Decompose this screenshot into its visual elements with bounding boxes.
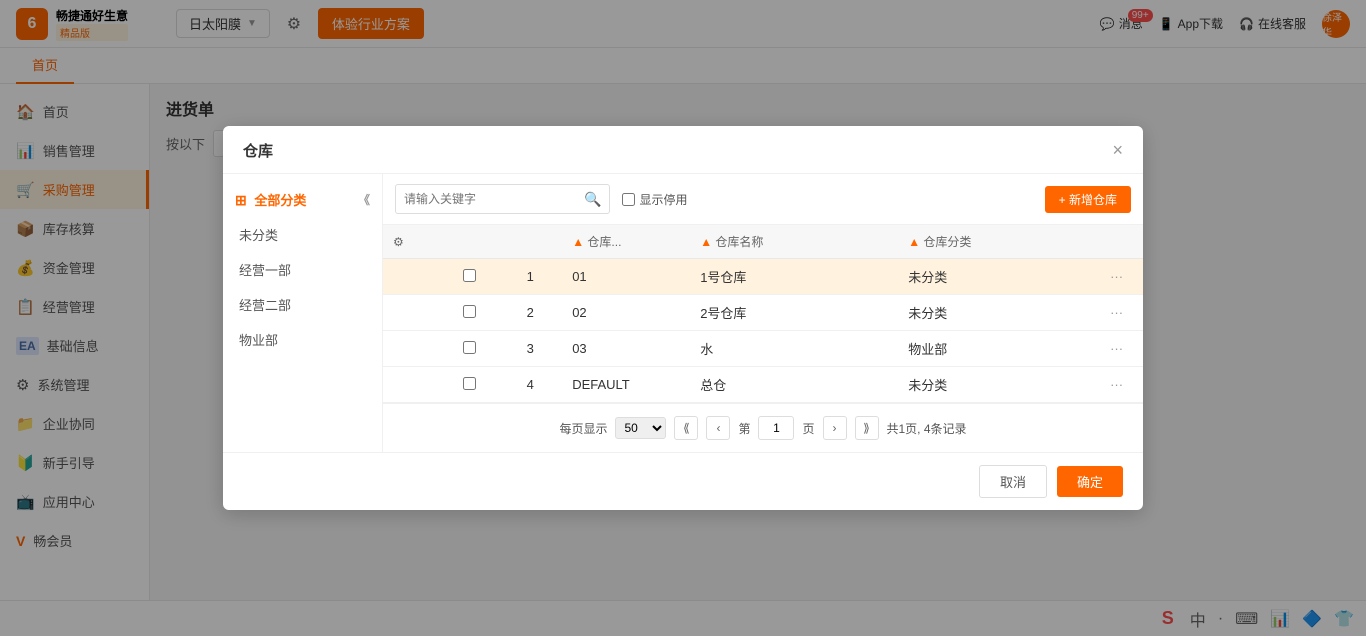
row-name-3: 水 bbox=[690, 331, 898, 367]
row-gear-3 bbox=[383, 331, 441, 367]
col-header-num bbox=[498, 225, 562, 259]
grid-icon: ⊞ bbox=[235, 192, 247, 208]
search-box: 🔍 bbox=[395, 184, 610, 214]
row-num-2: 2 bbox=[498, 295, 562, 331]
row-action-2[interactable]: ··· bbox=[1090, 295, 1143, 331]
row-code-4: DEFAULT bbox=[562, 367, 690, 403]
row-name-1: 1号仓库 bbox=[690, 259, 898, 295]
gear-icon: ⚙ bbox=[393, 235, 404, 249]
warehouse-modal: 仓库 × ⊞ 全部分类 《 未分类 经营一部 经营二部 物业部 🔍 bbox=[223, 126, 1143, 510]
page-number-input[interactable] bbox=[758, 416, 794, 440]
table-head: ⚙ ▲ 仓库... ▲ 仓库名称 bbox=[383, 225, 1143, 259]
pagination-total: 共1页, 4条记录 bbox=[887, 420, 967, 437]
category-header[interactable]: ⊞ 全部分类 《 bbox=[223, 182, 382, 217]
table-row[interactable]: 1 01 1号仓库 未分类 ··· bbox=[383, 259, 1143, 295]
confirm-button[interactable]: 确定 bbox=[1057, 466, 1123, 497]
cancel-button[interactable]: 取消 bbox=[979, 465, 1047, 498]
table-panel: 🔍 显示停用 + 新增仓库 ⚙ bbox=[383, 174, 1143, 452]
category-item-0[interactable]: 未分类 bbox=[223, 217, 382, 252]
row-action-4[interactable]: ··· bbox=[1090, 367, 1143, 403]
row-name-2: 2号仓库 bbox=[690, 295, 898, 331]
row-check-1[interactable] bbox=[441, 259, 499, 295]
add-warehouse-button[interactable]: + 新增仓库 bbox=[1045, 186, 1131, 213]
row-action-3[interactable]: ··· bbox=[1090, 331, 1143, 367]
search-input[interactable] bbox=[396, 192, 576, 206]
close-icon[interactable]: × bbox=[1112, 140, 1123, 161]
col-header-code: ▲ 仓库... bbox=[562, 225, 690, 259]
row-check-2[interactable] bbox=[441, 295, 499, 331]
show-disabled-label: 显示停用 bbox=[622, 191, 687, 208]
row-cat-4: 未分类 bbox=[898, 367, 1090, 403]
page-first-button[interactable]: ⟪ bbox=[674, 416, 698, 440]
table-body: 1 01 1号仓库 未分类 ··· 2 02 2号仓库 bbox=[383, 259, 1143, 403]
row-check-3[interactable] bbox=[441, 331, 499, 367]
sort-icon-cat: ▲ bbox=[908, 235, 920, 249]
show-disabled-checkbox[interactable] bbox=[622, 193, 635, 206]
sort-icon-code: ▲ bbox=[572, 235, 584, 249]
search-icon[interactable]: 🔍 bbox=[576, 191, 609, 208]
row-cat-3: 物业部 bbox=[898, 331, 1090, 367]
row-check-4[interactable] bbox=[441, 367, 499, 403]
table-row[interactable]: 4 DEFAULT 总仓 未分类 ··· bbox=[383, 367, 1143, 403]
row-action-1[interactable]: ··· bbox=[1090, 259, 1143, 295]
table-header-row: ⚙ ▲ 仓库... ▲ 仓库名称 bbox=[383, 225, 1143, 259]
page-last-button[interactable]: ⟫ bbox=[855, 416, 879, 440]
table-row[interactable]: 3 03 水 物业部 ··· bbox=[383, 331, 1143, 367]
category-panel: ⊞ 全部分类 《 未分类 经营一部 经营二部 物业部 bbox=[223, 174, 383, 452]
table-container: ⚙ ▲ 仓库... ▲ 仓库名称 bbox=[383, 225, 1143, 403]
modal-footer: 取消 确定 bbox=[223, 452, 1143, 510]
row-code-2: 02 bbox=[562, 295, 690, 331]
category-item-1[interactable]: 经营一部 bbox=[223, 252, 382, 287]
row-gear-1 bbox=[383, 259, 441, 295]
modal-header: 仓库 × bbox=[223, 126, 1143, 174]
category-item-3[interactable]: 物业部 bbox=[223, 322, 382, 357]
category-item-2[interactable]: 经营二部 bbox=[223, 287, 382, 322]
row-num-1: 1 bbox=[498, 259, 562, 295]
row-cat-1: 未分类 bbox=[898, 259, 1090, 295]
pagination: 每页显示 50 100 200 ⟪ ‹ 第 页 › ⟫ 共1页, 4条记录 bbox=[383, 403, 1143, 452]
table-toolbar: 🔍 显示停用 + 新增仓库 bbox=[383, 174, 1143, 225]
col-header-category: ▲ 仓库分类 bbox=[898, 225, 1090, 259]
col-header-gear: ⚙ bbox=[383, 225, 441, 259]
row-cat-2: 未分类 bbox=[898, 295, 1090, 331]
page-next-button[interactable]: › bbox=[823, 416, 847, 440]
row-code-1: 01 bbox=[562, 259, 690, 295]
sort-icon-name: ▲ bbox=[700, 235, 712, 249]
warehouse-table: ⚙ ▲ 仓库... ▲ 仓库名称 bbox=[383, 225, 1143, 403]
col-header-check bbox=[441, 225, 499, 259]
row-gear-2 bbox=[383, 295, 441, 331]
table-row[interactable]: 2 02 2号仓库 未分类 ··· bbox=[383, 295, 1143, 331]
col-header-action bbox=[1090, 225, 1143, 259]
modal-title: 仓库 bbox=[243, 140, 273, 161]
page-size-select[interactable]: 50 100 200 bbox=[615, 417, 666, 439]
row-gear-4 bbox=[383, 367, 441, 403]
row-name-4: 总仓 bbox=[690, 367, 898, 403]
row-num-3: 3 bbox=[498, 331, 562, 367]
modal-body: ⊞ 全部分类 《 未分类 经营一部 经营二部 物业部 🔍 显示停用 bbox=[223, 174, 1143, 452]
category-toggle-icon[interactable]: 《 bbox=[358, 191, 370, 208]
row-num-4: 4 bbox=[498, 367, 562, 403]
row-code-3: 03 bbox=[562, 331, 690, 367]
page-prev-button[interactable]: ‹ bbox=[706, 416, 730, 440]
col-header-name: ▲ 仓库名称 bbox=[690, 225, 898, 259]
